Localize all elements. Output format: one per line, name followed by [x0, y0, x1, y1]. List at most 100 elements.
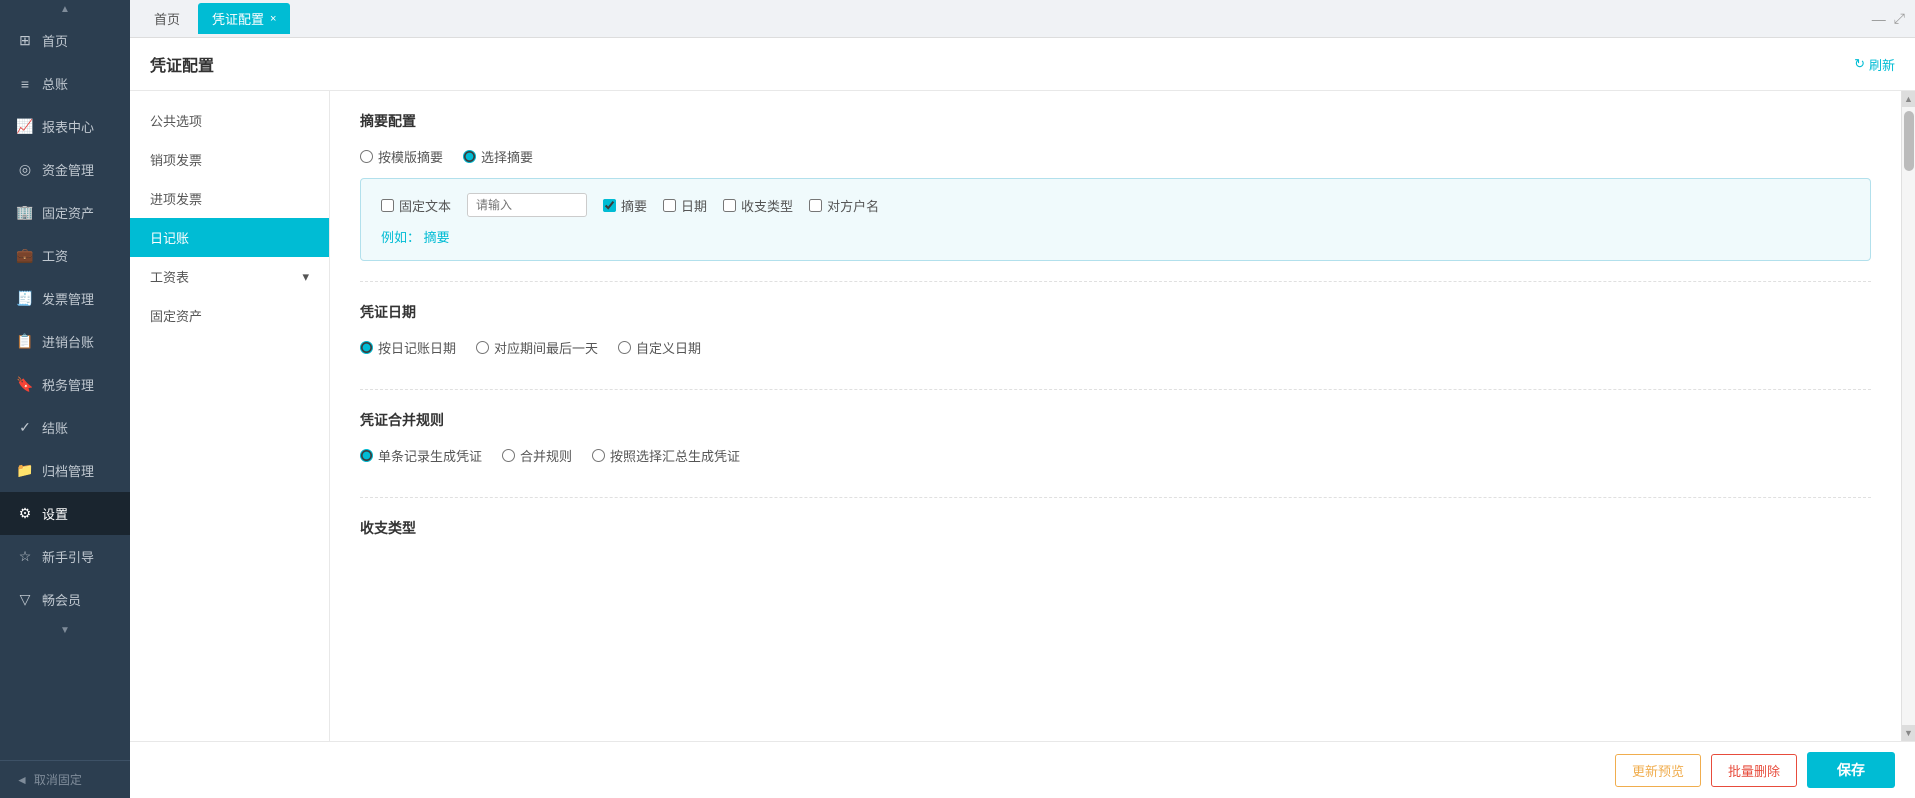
expand-icon: ▾	[302, 269, 309, 285]
summary-checkboxes-row: 固定文本 摘要 日期	[381, 193, 1850, 217]
tab-voucher-config[interactable]: 凭证配置 ×	[198, 3, 290, 34]
sidebar-item-tax-management[interactable]: 🔖 税务管理	[0, 363, 130, 406]
last-day-label: 对应期间最后一天	[494, 338, 598, 357]
sidebar-item-label: 设置	[42, 504, 68, 523]
merge-input[interactable]	[502, 449, 515, 462]
custom-date-label: 自定义日期	[636, 338, 701, 357]
page-header: 凭证配置 ↻ 刷新	[130, 38, 1915, 91]
counterpart-checkbox[interactable]: 对方户名	[809, 196, 879, 215]
date-input[interactable]	[663, 199, 676, 212]
sidebar-item-label: 新手引导	[42, 547, 94, 566]
last-day-input[interactable]	[476, 341, 489, 354]
invoice-icon: 🧾	[16, 290, 34, 307]
scroll-down-arrow[interactable]: ▼	[1902, 725, 1915, 741]
journal-date-input[interactable]	[360, 341, 373, 354]
archive-icon: 📁	[16, 462, 34, 479]
counterpart-input[interactable]	[809, 199, 822, 212]
voucher-date-section: 凭证日期 按日记账日期 对应期间最后一天	[360, 302, 1871, 390]
purchase-sales-icon: 📋	[16, 333, 34, 350]
settlement-icon: ✓	[16, 419, 34, 436]
sidebar-item-label: 报表中心	[42, 117, 94, 136]
window-maximize-button[interactable]: ⤢	[1894, 10, 1905, 27]
sidebar-item-purchase-sales[interactable]: 📋 进销台账	[0, 320, 130, 363]
window-minimize-button[interactable]: —	[1872, 10, 1886, 27]
update-preview-button[interactable]: 更新预览	[1615, 754, 1701, 787]
main-area: 首页 凭证配置 × — ⤢ 凭证配置 ↻ 刷新 公共选项	[130, 0, 1915, 798]
summary-checkbox[interactable]: 摘要	[603, 196, 647, 215]
fixed-text-field[interactable]	[467, 193, 587, 217]
sidebar-item-archive[interactable]: 📁 归档管理	[0, 449, 130, 492]
template-mode-radio[interactable]: 按模版摘要	[360, 147, 443, 166]
fixed-assets-icon: 🏢	[16, 204, 34, 221]
left-nav-sales-invoice[interactable]: 销项发票	[130, 140, 329, 179]
refresh-label: 刷新	[1869, 55, 1895, 74]
sidebar-item-fixed-assets[interactable]: 🏢 固定资产	[0, 191, 130, 234]
member-icon: ▽	[16, 591, 34, 608]
custom-date-radio[interactable]: 自定义日期	[618, 338, 701, 357]
select-summary-radio[interactable]: 按照选择汇总生成凭证	[592, 446, 740, 465]
merge-rules-section: 凭证合并规则 单条记录生成凭证 合并规则	[360, 410, 1871, 498]
left-nav-public-options[interactable]: 公共选项	[130, 101, 329, 140]
sidebar-item-home[interactable]: ⊞ 首页	[0, 19, 130, 62]
sidebar-item-general-ledger[interactable]: ≡ 总账	[0, 62, 130, 105]
template-radio-input[interactable]	[360, 150, 373, 163]
tab-voucher-config-label: 凭证配置	[212, 9, 264, 28]
sidebar-item-member[interactable]: ▽ 畅会员	[0, 578, 130, 621]
journal-date-radio[interactable]: 按日记账日期	[360, 338, 456, 357]
sidebar-item-invoice-management[interactable]: 🧾 发票管理	[0, 277, 130, 320]
sidebar-item-guide[interactable]: ☆ 新手引导	[0, 535, 130, 578]
bottom-bar: 更新预览 批量删除 保存	[130, 741, 1915, 798]
merge-radio[interactable]: 合并规则	[502, 446, 572, 465]
tab-close-icon[interactable]: ×	[270, 13, 276, 25]
save-button[interactable]: 保存	[1807, 752, 1895, 788]
unpin-label: 取消固定	[34, 771, 82, 788]
tab-actions: — ⤢	[1872, 10, 1905, 27]
summary-input[interactable]	[603, 199, 616, 212]
select-radio-input[interactable]	[463, 150, 476, 163]
sidebar-scroll-up[interactable]: ▲	[0, 0, 130, 19]
merge-rules-group: 单条记录生成凭证 合并规则 按照选择汇总生成凭证	[360, 446, 1871, 465]
sidebar-scroll-down[interactable]: ▼	[0, 621, 130, 640]
tab-home[interactable]: 首页	[140, 3, 194, 34]
fixed-text-input[interactable]	[381, 199, 394, 212]
sidebar-item-report-center[interactable]: 📈 报表中心	[0, 105, 130, 148]
sidebar-item-settlement[interactable]: ✓ 结账	[0, 406, 130, 449]
single-record-label: 单条记录生成凭证	[378, 446, 482, 465]
left-nav-fixed-assets[interactable]: 固定资产	[130, 296, 329, 335]
fixed-text-checkbox[interactable]: 固定文本	[381, 196, 451, 215]
left-nav-purchase-invoice[interactable]: 进项发票	[130, 179, 329, 218]
sidebar-item-payroll[interactable]: 💼 工资	[0, 234, 130, 277]
scroll-thumb[interactable]	[1904, 111, 1914, 171]
income-type-checkbox[interactable]: 收支类型	[723, 196, 793, 215]
batch-delete-button[interactable]: 批量删除	[1711, 754, 1797, 787]
example-value: 摘要	[424, 230, 450, 245]
merge-label: 合并规则	[520, 446, 572, 465]
select-mode-radio[interactable]: 选择摘要	[463, 147, 533, 166]
left-nav-label: 固定资产	[150, 309, 202, 324]
select-summary-input[interactable]	[592, 449, 605, 462]
example-label: 例如：	[381, 230, 420, 245]
voucher-date-title: 凭证日期	[360, 302, 1871, 322]
left-nav-journal[interactable]: 日记账	[130, 218, 329, 257]
tab-bar: 首页 凭证配置 × — ⤢	[130, 0, 1915, 38]
single-record-input[interactable]	[360, 449, 373, 462]
sidebar-unpin-button[interactable]: ◄ 取消固定	[0, 760, 130, 798]
payroll-icon: 💼	[16, 247, 34, 264]
sidebar-item-fund-management[interactable]: ◎ 资金管理	[0, 148, 130, 191]
custom-date-input[interactable]	[618, 341, 631, 354]
date-label: 日期	[681, 196, 707, 215]
settings-icon: ⚙	[16, 505, 34, 522]
sidebar-item-label: 税务管理	[42, 375, 94, 394]
refresh-button[interactable]: ↻ 刷新	[1854, 55, 1895, 74]
right-content: 摘要配置 按模版摘要 选择摘要	[330, 91, 1901, 741]
refresh-icon: ↻	[1854, 56, 1865, 72]
template-mode-label: 按模版摘要	[378, 147, 443, 166]
left-nav-payroll-table[interactable]: 工资表 ▾	[130, 257, 329, 296]
single-record-radio[interactable]: 单条记录生成凭证	[360, 446, 482, 465]
sidebar-item-settings[interactable]: ⚙ 设置	[0, 492, 130, 535]
scroll-up-arrow[interactable]: ▲	[1902, 91, 1915, 107]
counterpart-label: 对方户名	[827, 196, 879, 215]
date-checkbox[interactable]: 日期	[663, 196, 707, 215]
income-type-input[interactable]	[723, 199, 736, 212]
last-day-radio[interactable]: 对应期间最后一天	[476, 338, 598, 357]
